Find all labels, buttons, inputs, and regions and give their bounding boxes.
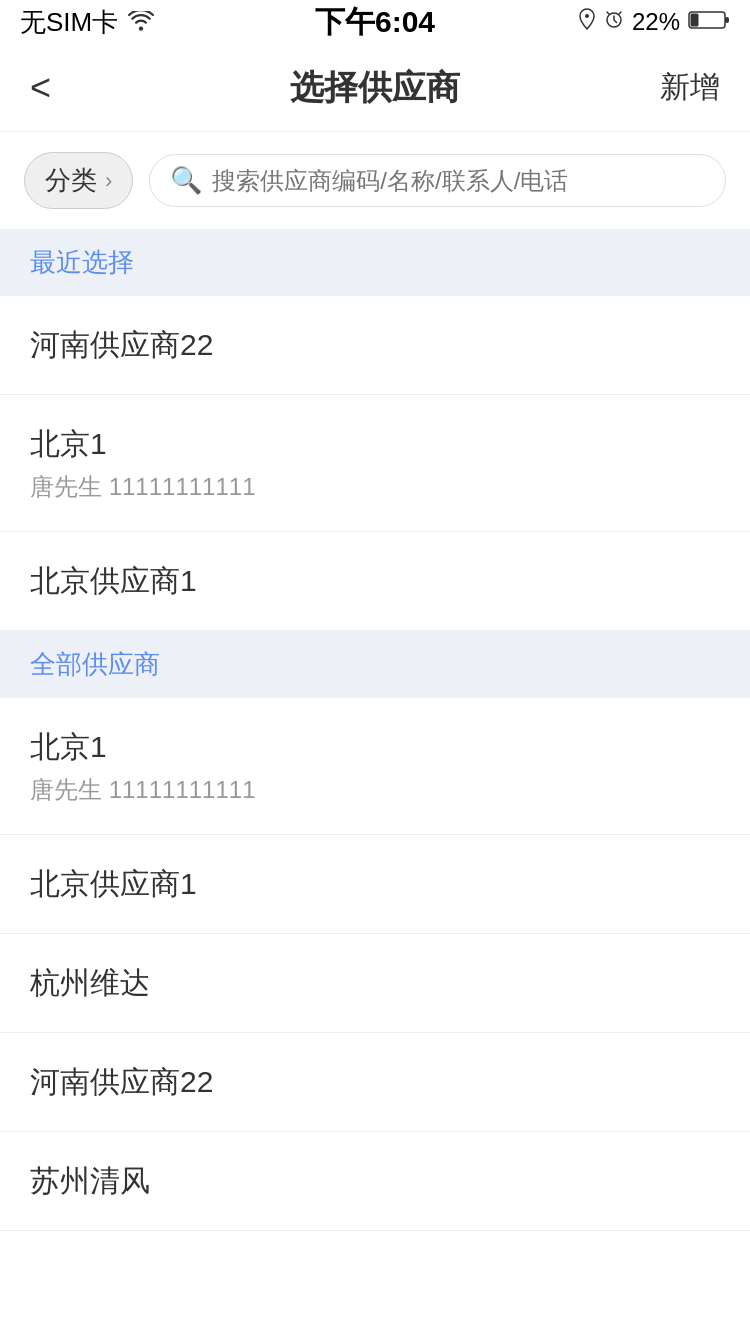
list-item[interactable]: 苏州清风 (0, 1132, 750, 1231)
filter-bar: 分类 › 🔍 (0, 132, 750, 229)
page-title: 选择供应商 (290, 65, 460, 111)
list-item[interactable]: 北京供应商1 (0, 835, 750, 934)
svg-rect-3 (691, 14, 699, 27)
alarm-icon (604, 8, 624, 36)
status-time: 下午6:04 (315, 2, 435, 43)
list-item[interactable]: 北京供应商1 (0, 532, 750, 631)
add-button[interactable]: 新增 (660, 67, 720, 108)
supplier-name: 苏州清风 (30, 1160, 720, 1202)
supplier-name: 河南供应商22 (30, 1061, 720, 1103)
list-item[interactable]: 杭州维达 (0, 934, 750, 1033)
battery-icon (688, 8, 730, 36)
supplier-sub: 唐先生 11111111111 (30, 774, 720, 806)
supplier-name: 北京供应商1 (30, 863, 720, 905)
location-icon (578, 8, 596, 36)
supplier-name: 北京1 (30, 726, 720, 768)
category-filter-button[interactable]: 分类 › (24, 152, 133, 209)
search-box: 🔍 (149, 154, 726, 207)
svg-point-0 (585, 14, 589, 18)
nav-bar: < 选择供应商 新增 (0, 44, 750, 132)
search-icon: 🔍 (170, 165, 202, 196)
supplier-sub: 唐先生 11111111111 (30, 471, 720, 503)
search-input[interactable] (212, 167, 705, 195)
all-section-header: 全部供应商 (0, 631, 750, 698)
carrier-text: 无SIM卡 (20, 5, 118, 40)
supplier-name: 河南供应商22 (30, 324, 720, 366)
wifi-icon (128, 7, 154, 38)
recent-section-header: 最近选择 (0, 229, 750, 296)
category-label: 分类 (45, 163, 97, 198)
list-item[interactable]: 北京1 唐先生 11111111111 (0, 395, 750, 532)
list-item[interactable]: 河南供应商22 (0, 1033, 750, 1132)
list-item[interactable]: 北京1 唐先生 11111111111 (0, 698, 750, 835)
supplier-name: 杭州维达 (30, 962, 720, 1004)
supplier-name: 北京供应商1 (30, 560, 720, 602)
status-left: 无SIM卡 (20, 5, 154, 40)
status-bar: 无SIM卡 下午6:04 22% (0, 0, 750, 44)
chevron-right-icon: › (105, 168, 112, 194)
status-right: 22% (578, 8, 730, 36)
supplier-name: 北京1 (30, 423, 720, 465)
recent-list: 河南供应商22 北京1 唐先生 11111111111 北京供应商1 (0, 296, 750, 631)
battery-percent: 22% (632, 8, 680, 36)
all-list: 北京1 唐先生 11111111111 北京供应商1 杭州维达河南供应商22 苏州清风 (0, 698, 750, 1231)
svg-rect-4 (725, 17, 729, 23)
list-item[interactable]: 河南供应商22 (0, 296, 750, 395)
back-button[interactable]: < (30, 67, 90, 109)
